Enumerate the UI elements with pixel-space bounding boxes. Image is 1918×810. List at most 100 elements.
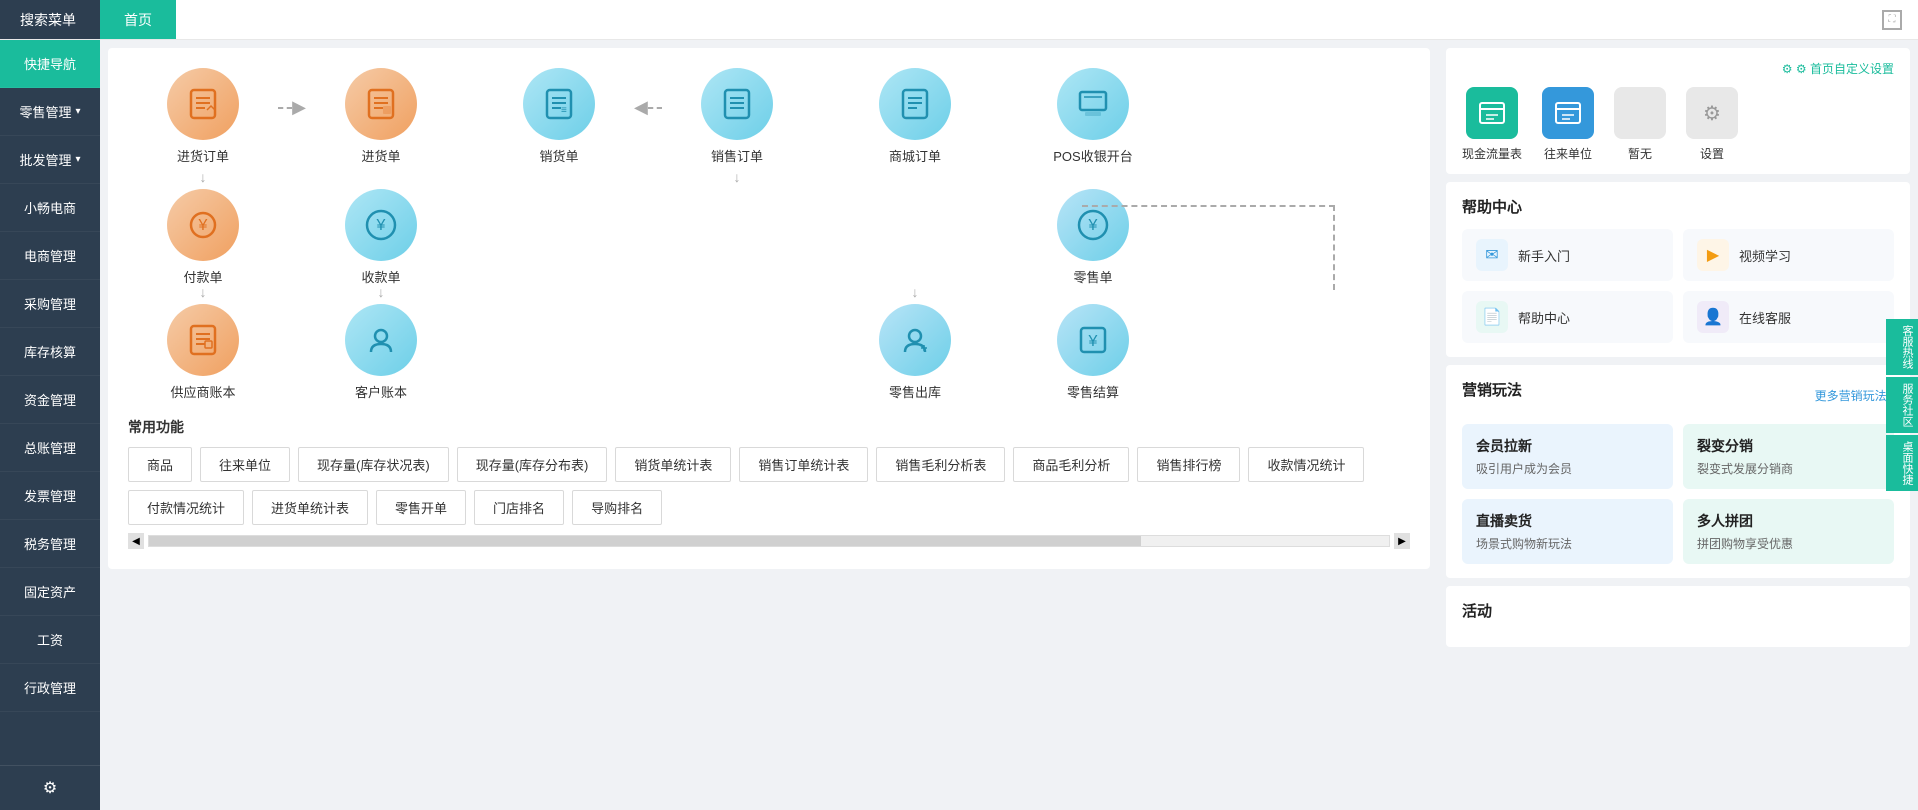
mall-order-node[interactable]: 商城订单 — [840, 68, 990, 165]
pos-cashier-icon — [1057, 68, 1129, 140]
sidebar-item-quicknav[interactable]: 快捷导航 — [0, 40, 100, 88]
fullscreen-button[interactable]: ⛶ — [1882, 10, 1902, 30]
payment-bill-node[interactable]: ¥ 付款单 — [128, 189, 278, 286]
service-community-button[interactable]: 服务社区 — [1886, 377, 1918, 433]
scroll-right-button[interactable]: ▶ — [1394, 533, 1410, 549]
retail-bill-label: 零售单 — [1073, 267, 1112, 286]
more-marketing-link[interactable]: 更多营销玩法 › — [1815, 387, 1894, 404]
main-layout: 快捷导航 零售管理 ▾ 批发管理 ▾ 小畅电商 电商管理 采购管理 库存核算 资… — [0, 40, 1918, 810]
desktop-shortcut-button[interactable]: 桌面快捷 — [1886, 435, 1918, 491]
func-btn-units[interactable]: 往来单位 — [200, 447, 290, 482]
sidebar-item-wholesale[interactable]: 批发管理 ▾ — [0, 136, 100, 184]
func-btn-order-stats[interactable]: 销售订单统计表 — [739, 447, 868, 482]
down-arrow-purchase-order: ↓ — [128, 169, 278, 185]
customer-account-node[interactable]: 客户账本 — [306, 304, 456, 401]
qa-none[interactable]: 暂无 — [1614, 87, 1666, 162]
horizontal-scrollbar[interactable]: ◀ ▶ — [128, 533, 1410, 549]
sales-bill-node[interactable]: ≡ 销货单 — [484, 68, 634, 165]
func-btn-purchase-stats[interactable]: 进货单统计表 — [252, 490, 368, 525]
member-title: 会员拉新 — [1476, 436, 1659, 456]
help-item-beginner[interactable]: ✉ 新手入门 — [1462, 229, 1673, 281]
arrow-right-1: ▶ — [278, 97, 306, 136]
func-btn-goods[interactable]: 商品 — [128, 447, 192, 482]
sales-bill-icon: ≡ — [523, 68, 595, 140]
sidebar-item-fixed-assets[interactable]: 固定资产 — [0, 568, 100, 616]
func-btn-receipt-stats[interactable]: 收款情况统计 — [1248, 447, 1364, 482]
sidebar-item-invoice[interactable]: 发票管理 — [0, 472, 100, 520]
supplier-account-node[interactable]: 供应商账本 — [128, 304, 278, 401]
func-btn-sales-profit[interactable]: 销售毛利分析表 — [876, 447, 1005, 482]
marketing-item-live[interactable]: 直播卖货 场景式购物新玩法 — [1462, 499, 1673, 564]
purchase-bill-node[interactable]: 进货单 — [306, 68, 456, 165]
sidebar-settings-button[interactable]: ⚙ — [0, 765, 100, 810]
sidebar-item-tax[interactable]: 税务管理 — [0, 520, 100, 568]
homepage-customize-button[interactable]: ⚙ ⚙ 首页自定义设置 — [1462, 60, 1894, 77]
function-buttons-grid: 商品 往来单位 现存量(库存状况表) 现存量(库存分布表) 销货单统计表 销售订… — [128, 447, 1410, 525]
purchase-order-icon — [167, 68, 239, 140]
func-btn-sales-rank[interactable]: 销售排行榜 — [1137, 447, 1240, 482]
sidebar-item-inventory[interactable]: 库存核算 — [0, 328, 100, 376]
receipt-bill-node[interactable]: ¥ 收款单 — [306, 189, 456, 286]
retail-warehouse-icon — [879, 304, 951, 376]
sidebar-label-purchase: 采购管理 — [24, 294, 76, 313]
pos-cashier-node[interactable]: POS收银开台 — [1018, 68, 1168, 165]
quick-access-section: ⚙ ⚙ 首页自定义设置 现金流量表 往来单位 — [1446, 48, 1910, 174]
purchase-order-node[interactable]: 进货订单 — [128, 68, 278, 165]
help-item-help[interactable]: 📄 帮助中心 — [1462, 291, 1673, 343]
help-item-service[interactable]: 👤 在线客服 — [1683, 291, 1894, 343]
retail-warehouse-node[interactable]: 零售出库 — [840, 304, 990, 401]
sidebar-label-invoice: 发票管理 — [24, 486, 76, 505]
sidebar-item-admin[interactable]: 行政管理 — [0, 664, 100, 712]
customer-account-icon — [345, 304, 417, 376]
marketing-item-fission[interactable]: 裂变分销 裂变式发展分销商 — [1683, 424, 1894, 489]
home-tab[interactable]: 首页 — [100, 0, 176, 39]
sidebar-item-finance[interactable]: 资金管理 — [0, 376, 100, 424]
scroll-thumb[interactable] — [149, 536, 1141, 546]
sidebar-item-retail[interactable]: 零售管理 ▾ — [0, 88, 100, 136]
supplier-account-icon — [167, 304, 239, 376]
chevron-down-icon: ▾ — [75, 106, 80, 117]
retail-bill-node[interactable]: ¥ 零售单 — [1018, 189, 1168, 286]
activity-title: 活动 — [1462, 600, 1894, 621]
help-item-video[interactable]: ▶ 视频学习 — [1683, 229, 1894, 281]
qa-units[interactable]: 往来单位 — [1542, 87, 1594, 162]
settings-label: 设置 — [1700, 145, 1724, 162]
func-btn-guide-rank[interactable]: 导购排名 — [572, 490, 662, 525]
marketing-item-group[interactable]: 多人拼团 拼团购物享受优惠 — [1683, 499, 1894, 564]
sidebar-label-finance: 资金管理 — [24, 390, 76, 409]
settings-icon: ⚙ — [1686, 87, 1738, 139]
cashflow-label: 现金流量表 — [1462, 145, 1522, 162]
func-btn-stock-dist[interactable]: 现存量(库存分布表) — [457, 447, 608, 482]
retail-bill-icon: ¥ — [1057, 189, 1129, 261]
qa-cashflow[interactable]: 现金流量表 — [1462, 87, 1522, 162]
sales-order-node[interactable]: 销售订单 — [662, 68, 812, 165]
scroll-track[interactable] — [148, 535, 1390, 547]
sidebar-item-ecommerce-small[interactable]: 小畅电商 — [0, 184, 100, 232]
beginner-icon: ✉ — [1476, 239, 1508, 271]
search-menu-button[interactable]: 搜索菜单 — [0, 0, 100, 39]
func-btn-sales-stats[interactable]: 销货单统计表 — [615, 447, 731, 482]
sidebar: 快捷导航 零售管理 ▾ 批发管理 ▾ 小畅电商 电商管理 采购管理 库存核算 资… — [0, 40, 100, 810]
common-functions-title: 常用功能 — [128, 417, 1410, 437]
payment-bill-label: 付款单 — [183, 267, 222, 286]
qa-settings[interactable]: ⚙ 设置 — [1686, 87, 1738, 162]
func-btn-stock-status[interactable]: 现存量(库存状况表) — [298, 447, 449, 482]
sidebar-item-purchase[interactable]: 采购管理 — [0, 280, 100, 328]
customer-service-button[interactable]: 客服热线 — [1886, 319, 1918, 375]
func-btn-store-rank[interactable]: 门店排名 — [474, 490, 564, 525]
sidebar-label-wholesale: 批发管理 — [19, 150, 71, 169]
retail-checkout-label: 零售结算 — [1067, 382, 1119, 401]
retail-checkout-node[interactable]: ¥ 零售结算 — [1018, 304, 1168, 401]
top-bar: 搜索菜单 首页 ⛶ — [0, 0, 1918, 40]
sidebar-item-ecommerce-mgmt[interactable]: 电商管理 — [0, 232, 100, 280]
customer-account-label: 客户账本 — [355, 382, 407, 401]
func-btn-goods-profit[interactable]: 商品毛利分析 — [1013, 447, 1129, 482]
func-btn-retail-order[interactable]: 零售开单 — [376, 490, 466, 525]
sidebar-item-payroll[interactable]: 工资 — [0, 616, 100, 664]
units-label: 往来单位 — [1544, 145, 1592, 162]
scroll-left-button[interactable]: ◀ — [128, 533, 144, 549]
sidebar-item-ledger[interactable]: 总账管理 — [0, 424, 100, 472]
marketing-item-member[interactable]: 会员拉新 吸引用户成为会员 — [1462, 424, 1673, 489]
video-label: 视频学习 — [1739, 246, 1791, 265]
func-btn-payment-stats[interactable]: 付款情况统计 — [128, 490, 244, 525]
